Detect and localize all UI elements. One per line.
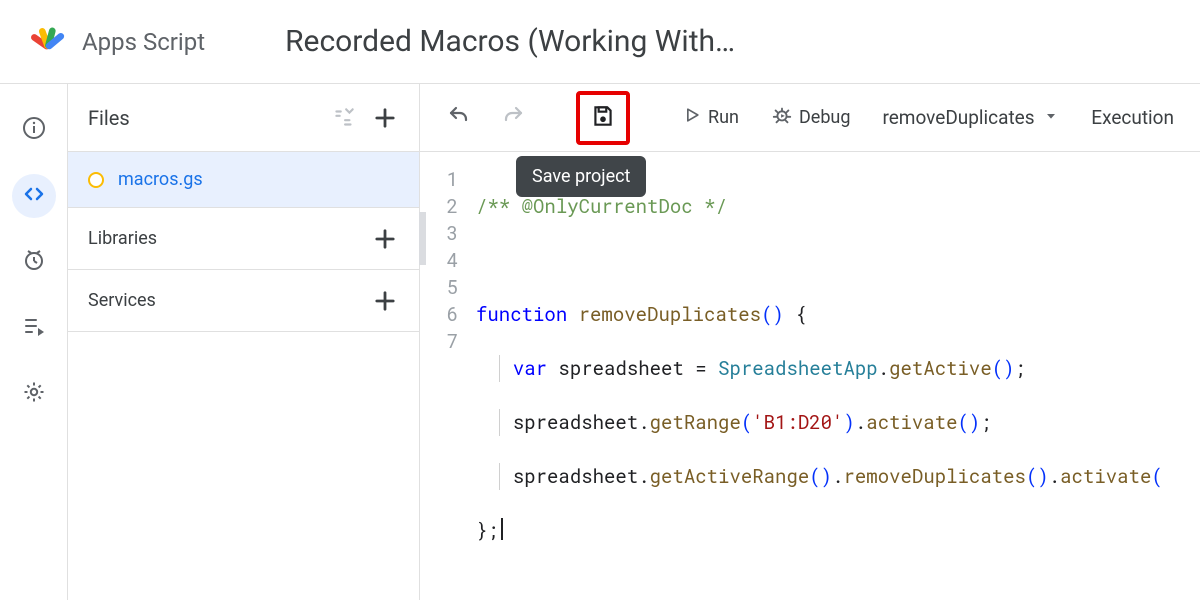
text-cursor bbox=[501, 518, 503, 540]
files-panel: Files macros.gs Libraries Services bbox=[68, 84, 420, 600]
clock-icon bbox=[22, 248, 46, 276]
debug-icon bbox=[771, 104, 793, 131]
nav-settings[interactable] bbox=[12, 372, 56, 416]
redo-icon bbox=[501, 104, 525, 132]
run-label: Run bbox=[708, 107, 739, 128]
save-button-highlight bbox=[576, 91, 630, 145]
save-tooltip: Save project bbox=[516, 156, 646, 197]
body: Files macros.gs Libraries Services bbox=[0, 84, 1200, 600]
execution-log-label: Execution bbox=[1091, 106, 1174, 129]
save-icon bbox=[590, 103, 616, 133]
debug-button[interactable]: Debug bbox=[761, 98, 861, 137]
header: Apps Script Recorded Macros (Working Wit… bbox=[0, 0, 1200, 84]
code-lines[interactable]: /** @OnlyCurrentDoc */ function removeDu… bbox=[476, 166, 1200, 600]
toolbar: Run Debug removeDuplicates Execution Sav… bbox=[420, 84, 1200, 152]
undo-icon bbox=[447, 104, 471, 132]
gear-icon bbox=[22, 380, 46, 408]
execution-log-button[interactable]: Execution bbox=[1083, 100, 1182, 135]
function-selected-name: removeDuplicates bbox=[882, 106, 1034, 129]
nav-editor[interactable] bbox=[12, 174, 56, 218]
code-editor[interactable]: 1 2 3 4 5 6 7 /** @OnlyCurrentDoc */ fun… bbox=[420, 152, 1200, 600]
add-library-icon[interactable] bbox=[371, 225, 399, 253]
redo-button[interactable] bbox=[492, 97, 534, 139]
chevron-down-icon bbox=[1043, 106, 1059, 129]
code-icon bbox=[22, 182, 46, 210]
line-number: 6 bbox=[420, 301, 458, 328]
unsaved-dot-icon bbox=[88, 172, 104, 188]
nav-triggers[interactable] bbox=[12, 240, 56, 284]
save-button[interactable] bbox=[582, 97, 624, 139]
run-button[interactable]: Run bbox=[672, 99, 749, 136]
function-selector[interactable]: removeDuplicates bbox=[872, 100, 1068, 135]
info-icon bbox=[22, 116, 46, 144]
line-number: 5 bbox=[420, 274, 458, 301]
files-header: Files bbox=[68, 84, 419, 152]
libraries-label: Libraries bbox=[88, 228, 157, 249]
services-section[interactable]: Services bbox=[68, 270, 419, 332]
project-title[interactable]: Recorded Macros (Working With… bbox=[285, 24, 735, 59]
sort-files-icon[interactable] bbox=[331, 105, 357, 131]
add-file-icon[interactable] bbox=[371, 104, 399, 132]
undo-button[interactable] bbox=[438, 97, 480, 139]
nav-rail bbox=[0, 84, 68, 600]
files-heading: Files bbox=[88, 106, 130, 130]
services-label: Services bbox=[88, 290, 156, 311]
gutter: 1 2 3 4 5 6 7 bbox=[420, 166, 476, 600]
add-service-icon[interactable] bbox=[371, 287, 399, 315]
nav-executions[interactable] bbox=[12, 306, 56, 350]
libraries-section[interactable]: Libraries bbox=[68, 208, 419, 270]
line-number: 7 bbox=[420, 328, 458, 355]
debug-label: Debug bbox=[799, 107, 851, 128]
apps-script-logo-icon bbox=[28, 22, 68, 62]
file-name: macros.gs bbox=[118, 169, 203, 190]
play-icon bbox=[682, 105, 702, 130]
editor-area: Run Debug removeDuplicates Execution Sav… bbox=[420, 84, 1200, 600]
executions-icon bbox=[22, 314, 46, 342]
nav-overview[interactable] bbox=[12, 108, 56, 152]
product-name: Apps Script bbox=[82, 28, 205, 56]
line-number: 1 bbox=[420, 166, 458, 193]
file-item-macros[interactable]: macros.gs bbox=[68, 152, 419, 208]
